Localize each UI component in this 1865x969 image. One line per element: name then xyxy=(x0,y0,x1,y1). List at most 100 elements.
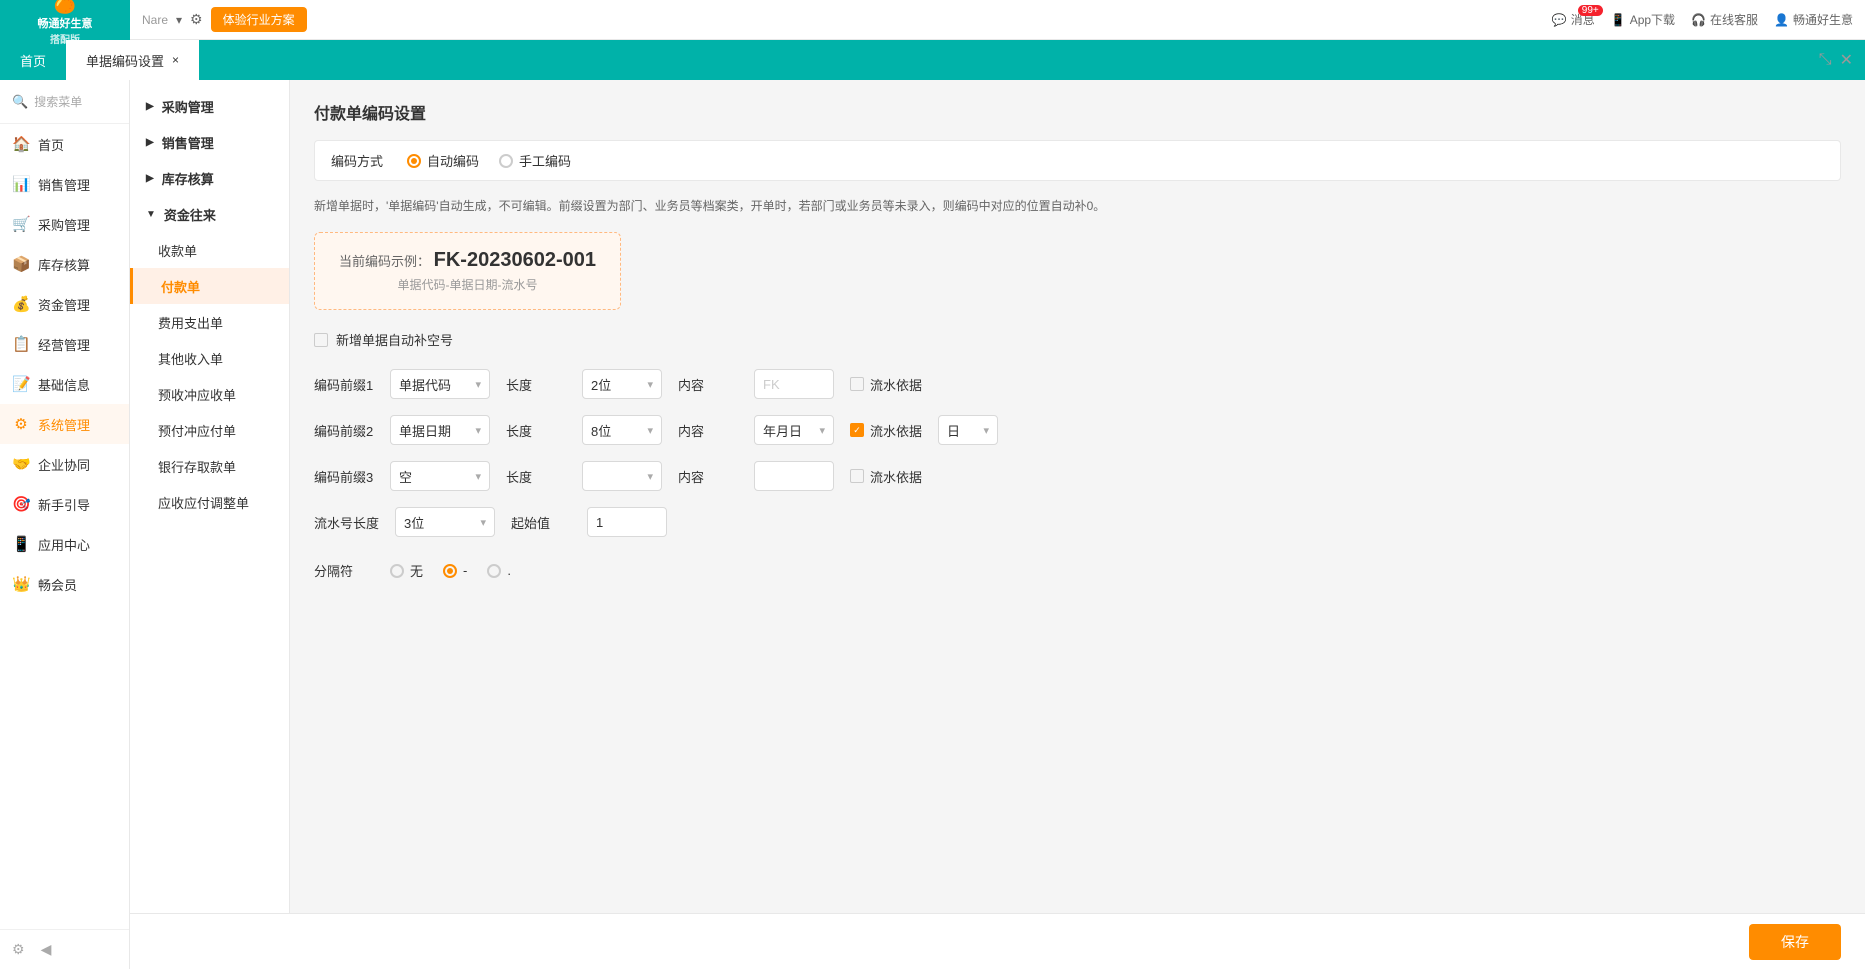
window-controls: ⤡ ✕ xyxy=(1807,40,1865,80)
auto-fill-checkbox[interactable] xyxy=(314,333,328,347)
prefix2-arrow: ▾ xyxy=(475,424,481,437)
content-area: 付款单编码设置 编码方式 自动编码 手工编码 新增单据时，'单据编码'自动生成，… xyxy=(290,80,1865,969)
user-avatar[interactable]: 👤 畅通好生意 xyxy=(1774,11,1853,28)
settings-row-1: 编码前缀1 单据代码 ▾ 长度 2位 ▾ 内容 流水依据 xyxy=(314,369,1841,399)
sidebar-item-system[interactable]: ⚙ 系统管理 xyxy=(0,404,129,444)
serial2-unit-arrow: ▾ xyxy=(983,424,989,437)
sub-item-receipt[interactable]: 收款单 xyxy=(130,232,289,268)
app-download-btn[interactable]: 📱 App下载 xyxy=(1611,11,1675,28)
content1-input[interactable] xyxy=(754,369,834,399)
start-value-input[interactable] xyxy=(587,507,667,537)
sidebar-settings-icon[interactable]: ⚙ xyxy=(12,941,25,958)
manual-encode-radio[interactable]: 手工编码 xyxy=(499,151,571,170)
close-all-icon[interactable]: ✕ xyxy=(1840,50,1853,70)
tab-home[interactable]: 首页 xyxy=(0,40,66,80)
content3-label: 内容 xyxy=(678,467,738,486)
messages-btn[interactable]: 💬 消息 99+ xyxy=(1552,11,1595,28)
settings-row-4: 流水号长度 3位 ▾ 起始值 xyxy=(314,507,1841,537)
serial3-checkbox[interactable] xyxy=(850,469,864,483)
separator-dash[interactable]: - xyxy=(443,563,467,578)
sub-group-capital[interactable]: ▼ 资金往来 xyxy=(130,196,289,232)
sales-icon: 📊 xyxy=(12,175,30,193)
serial2-checkbox[interactable]: ✓ xyxy=(850,423,864,437)
tab-close-icon[interactable]: × xyxy=(172,53,179,67)
prefix1-arrow: ▾ xyxy=(475,378,481,391)
sub-item-expense[interactable]: 费用支出单 xyxy=(130,304,289,340)
content3-input[interactable] xyxy=(754,461,834,491)
separator-dot-circle xyxy=(487,564,501,578)
sub-item-payment[interactable]: 付款单 xyxy=(130,268,289,304)
sub-group-purchase[interactable]: ▶ 采购管理 xyxy=(130,88,289,124)
topbar-left: Nare ▾ ⚙ 体验行业方案 xyxy=(142,7,1544,32)
sub-item-bank[interactable]: 银行存取款单 xyxy=(130,448,289,484)
sidebar-item-apps[interactable]: 📱 应用中心 xyxy=(0,524,129,564)
settings-icon[interactable]: ⚙ xyxy=(190,11,203,28)
auto-fill-row: 新增单据自动补空号 xyxy=(314,330,1841,349)
sidebar-item-enterprise[interactable]: 🤝 企业协同 xyxy=(0,444,129,484)
member-icon: 👑 xyxy=(12,575,30,593)
serial1-checkbox[interactable] xyxy=(850,377,864,391)
sidebar-item-guide[interactable]: 🎯 新手引导 xyxy=(0,484,129,524)
prefix3-select[interactable]: 空 ▾ xyxy=(390,461,490,491)
sidebar-item-basic[interactable]: 📝 基础信息 xyxy=(0,364,129,404)
length3-select[interactable]: ▾ xyxy=(582,461,662,491)
serial-length-label: 流水号长度 xyxy=(314,513,379,532)
enterprise-icon: 🤝 xyxy=(12,455,30,473)
prefix3-arrow: ▾ xyxy=(475,470,481,483)
sidebar-item-finance[interactable]: 💰 资金管理 xyxy=(0,284,129,324)
sidebar-item-inventory[interactable]: 📦 库存核算 xyxy=(0,244,129,284)
prefix1-select[interactable]: 单据代码 ▾ xyxy=(390,369,490,399)
separator-none-circle xyxy=(390,564,404,578)
manual-encode-radio-circle xyxy=(499,154,513,168)
online-service-btn[interactable]: 🎧 在线客服 xyxy=(1691,11,1758,28)
serial3-checkbox-row: 流水依据 xyxy=(850,467,922,486)
radio-group: 自动编码 手工编码 xyxy=(407,151,571,170)
sub-item-prepay-recv[interactable]: 预收冲应收单 xyxy=(130,376,289,412)
sub-sidebar: ▶ 采购管理 ▶ 销售管理 ▶ 库存核算 ▼ 资金往来 收款单 付款单 费用支出… xyxy=(130,80,290,969)
separator-dot[interactable]: . xyxy=(487,563,511,578)
separator-dash-circle xyxy=(443,564,457,578)
save-button[interactable]: 保存 xyxy=(1749,924,1841,960)
prefix2-select[interactable]: 单据日期 ▾ xyxy=(390,415,490,445)
settings-grid: 编码前缀1 单据代码 ▾ 长度 2位 ▾ 内容 流水依据 编 xyxy=(314,369,1841,580)
company-dropdown[interactable]: ▾ xyxy=(176,13,182,27)
serial-length-select[interactable]: 3位 ▾ xyxy=(395,507,495,537)
content2-select[interactable]: 年月日 ▾ xyxy=(754,415,834,445)
sidebar-collapse-icon[interactable]: ◀ xyxy=(41,941,52,958)
separator-none[interactable]: 无 xyxy=(390,561,423,580)
page-title: 付款单编码设置 xyxy=(314,100,1841,124)
sidebar-item-sales[interactable]: 📊 销售管理 xyxy=(0,164,129,204)
prefix3-label: 编码前缀3 xyxy=(314,467,374,486)
home-icon: 🏠 xyxy=(12,135,30,153)
notice-text: 新增单据时，'单据编码'自动生成，不可编辑。前缀设置为部门、业务员等档案类，开单… xyxy=(314,197,1841,216)
sidebar-item-purchase[interactable]: 🛒 采购管理 xyxy=(0,204,129,244)
sidebar-item-member[interactable]: 👑 畅会员 xyxy=(0,564,129,604)
company-name: Nare xyxy=(142,13,168,27)
inventory-icon: 📦 xyxy=(12,255,30,273)
content1-label: 内容 xyxy=(678,375,738,394)
serial2-unit-select[interactable]: 日 ▾ xyxy=(938,415,998,445)
minimize-icon[interactable]: ⤡ xyxy=(1819,51,1832,69)
sub-item-adjust[interactable]: 应收应付调整单 xyxy=(130,484,289,520)
sub-item-other-income[interactable]: 其他收入单 xyxy=(130,340,289,376)
sidebar-search[interactable]: 🔍 搜索菜单 xyxy=(0,80,129,124)
code-example-box: 当前编码示例： FK-20230602-001 单据代码-单据日期-流水号 xyxy=(314,232,621,310)
sub-group-sales[interactable]: ▶ 销售管理 xyxy=(130,124,289,160)
apps-icon: 📱 xyxy=(12,535,30,553)
guide-icon: 🎯 xyxy=(12,495,30,513)
sub-item-prepay-pay[interactable]: 预付冲应付单 xyxy=(130,412,289,448)
message-icon: 💬 xyxy=(1552,13,1567,27)
sub-group-inventory[interactable]: ▶ 库存核算 xyxy=(130,160,289,196)
sidebar-item-operations[interactable]: 📋 经营管理 xyxy=(0,324,129,364)
content2-arrow: ▾ xyxy=(819,424,825,437)
serial-length-arrow: ▾ xyxy=(480,516,486,529)
auto-encode-radio[interactable]: 自动编码 xyxy=(407,151,479,170)
avatar-icon: 👤 xyxy=(1774,13,1789,27)
sidebar-item-home[interactable]: 🏠 首页 xyxy=(0,124,129,164)
separator-label: 分隔符 xyxy=(314,561,374,580)
length2-select[interactable]: 8位 ▾ xyxy=(582,415,662,445)
tab-encoding-settings[interactable]: 单据编码设置 × xyxy=(66,40,199,80)
search-icon: 🔍 xyxy=(12,94,28,110)
trial-button[interactable]: 体验行业方案 xyxy=(211,7,307,32)
length1-select[interactable]: 2位 ▾ xyxy=(582,369,662,399)
